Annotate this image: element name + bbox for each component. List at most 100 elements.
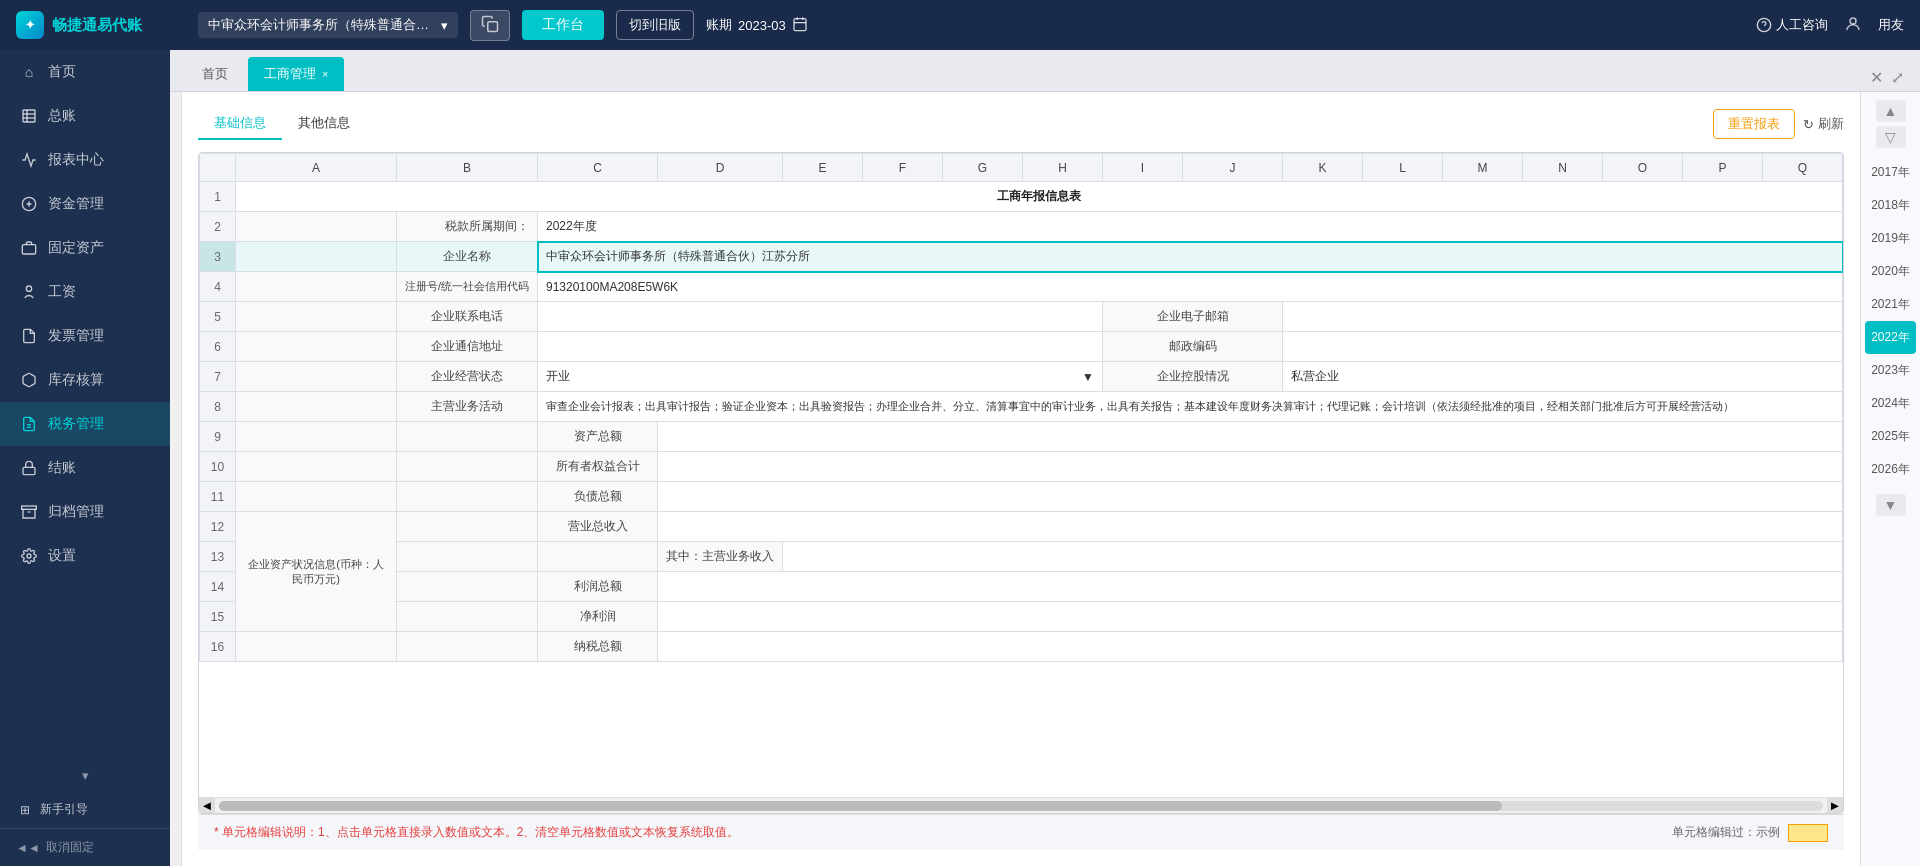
status-hint: * 单元格编辑说明：1、点击单元格直接录入数值或文本。2、清空单元格数值或文本恢… xyxy=(214,824,739,841)
workbench-button[interactable]: 工作台 xyxy=(522,10,604,40)
col-E[interactable]: E xyxy=(783,154,863,182)
year-2019[interactable]: 2019年 xyxy=(1861,222,1920,255)
table-row: 9 资产总额 xyxy=(200,422,1843,452)
col-C[interactable]: C xyxy=(538,154,658,182)
svg-rect-19 xyxy=(23,467,35,474)
sidebar-item-settings[interactable]: 设置 xyxy=(0,534,170,578)
home-icon: ⌂ xyxy=(20,63,38,81)
sidebar-item-label: 资金管理 xyxy=(48,195,104,213)
refresh-button[interactable]: ↻ 刷新 xyxy=(1803,115,1844,133)
year-2021[interactable]: 2021年 xyxy=(1861,288,1920,321)
sidebar-item-invoices[interactable]: 发票管理 xyxy=(0,314,170,358)
col-Q[interactable]: Q xyxy=(1763,154,1843,182)
sub-tab-basic[interactable]: 基础信息 xyxy=(198,108,282,140)
sidebar-item-ledger[interactable]: 总账 xyxy=(0,94,170,138)
year-2025[interactable]: 2025年 xyxy=(1861,420,1920,453)
col-K[interactable]: K xyxy=(1283,154,1363,182)
sidebar: ⌂ 首页 总账 报表中心 资金管理 xyxy=(0,50,170,866)
user-avatar xyxy=(1844,15,1862,36)
col-D[interactable]: D xyxy=(658,154,783,182)
reports-icon xyxy=(20,151,38,169)
col-N[interactable]: N xyxy=(1523,154,1603,182)
business-status-dropdown[interactable]: 开业▼ xyxy=(546,368,1094,385)
svg-rect-15 xyxy=(22,245,35,254)
copy-button[interactable] xyxy=(470,10,510,41)
user-name: 用友 xyxy=(1878,16,1904,34)
sub-tabs: 基础信息 其他信息 xyxy=(198,108,366,140)
svg-rect-20 xyxy=(22,506,37,509)
sidebar-item-home[interactable]: ⌂ 首页 xyxy=(0,50,170,94)
col-O[interactable]: O xyxy=(1603,154,1683,182)
table-row: 5 企业联系电话 企业电子邮箱 xyxy=(200,302,1843,332)
calendar-icon[interactable] xyxy=(792,16,808,35)
year-expand-arrow[interactable]: ▽ xyxy=(1876,126,1906,148)
sidebar-item-inventory[interactable]: 库存核算 xyxy=(0,358,170,402)
table-row: 15 净利润 xyxy=(200,602,1843,632)
sidebar-item-reports[interactable]: 报表中心 xyxy=(0,138,170,182)
spreadsheet-scroll[interactable]: A B C D E F G H I J xyxy=(199,153,1843,797)
sidebar-item-tax[interactable]: 税务管理 xyxy=(0,402,170,446)
window-close-button[interactable]: ✕ xyxy=(1870,68,1883,87)
tax-icon xyxy=(20,415,38,433)
col-B[interactable]: B xyxy=(396,154,537,182)
old-version-button[interactable]: 切到旧版 xyxy=(616,10,694,40)
year-2022[interactable]: 2022年 xyxy=(1865,321,1916,354)
table-row: 12 企业资产状况信息(币种：人民币万元) 营业总收入 xyxy=(200,512,1843,542)
col-G[interactable]: G xyxy=(943,154,1023,182)
col-F[interactable]: F xyxy=(863,154,943,182)
year-2023[interactable]: 2023年 xyxy=(1861,354,1920,387)
col-L[interactable]: L xyxy=(1363,154,1443,182)
svg-point-7 xyxy=(1850,18,1856,24)
sidebar-item-close[interactable]: 结账 xyxy=(0,446,170,490)
sidebar-item-archive[interactable]: 归档管理 xyxy=(0,490,170,534)
sidebar-item-wages[interactable]: 工资 xyxy=(0,270,170,314)
svg-rect-1 xyxy=(794,18,806,30)
close-accounts-icon xyxy=(20,459,38,477)
year-down-arrow[interactable]: ▼ xyxy=(1876,494,1906,516)
sub-tab-other[interactable]: 其他信息 xyxy=(282,108,366,140)
tab-industry[interactable]: 工商管理 × xyxy=(248,57,344,91)
year-up-arrow[interactable]: ▲ xyxy=(1876,100,1906,122)
horizontal-scrollbar[interactable]: ◄ ► xyxy=(199,797,1843,813)
sidebar-scroll-down[interactable]: ▾ xyxy=(0,760,170,791)
scroll-left-btn[interactable]: ◄ xyxy=(199,798,215,814)
topbar-right: 人工咨询 用友 xyxy=(1756,15,1904,36)
sidebar-item-assets[interactable]: 固定资产 xyxy=(0,226,170,270)
table-row: 11 负债总额 xyxy=(200,482,1843,512)
company-selector[interactable]: 中审众环会计师事务所（特殊普通合伙… ▾ xyxy=(198,12,458,38)
sidebar-item-label: 报表中心 xyxy=(48,151,104,169)
unpin-button[interactable]: ◄◄ 取消固定 xyxy=(0,828,170,866)
sidebar-item-funds[interactable]: 资金管理 xyxy=(0,182,170,226)
table-row: 7 企业经营状态 开业▼ 企业控股情况 私营企业 xyxy=(200,362,1843,392)
col-M[interactable]: M xyxy=(1443,154,1523,182)
col-H[interactable]: H xyxy=(1023,154,1103,182)
year-2020[interactable]: 2020年 xyxy=(1861,255,1920,288)
window-expand-button[interactable]: ⤢ xyxy=(1891,68,1904,87)
svg-point-16 xyxy=(26,286,31,291)
table-row: 6 企业通信地址 邮政编码 xyxy=(200,332,1843,362)
sidebar-item-label: 固定资产 xyxy=(48,239,104,257)
service-button[interactable]: 人工咨询 xyxy=(1756,16,1828,34)
year-panel: ▲ ▽ 2017年 2018年 2019年 2020年 2021年 2022年 … xyxy=(1860,92,1920,866)
title-cell[interactable]: 工商年报信息表 xyxy=(236,182,1843,212)
scroll-right-btn[interactable]: ► xyxy=(1827,798,1843,814)
tab-home[interactable]: 首页 xyxy=(186,57,244,91)
new-guide-item[interactable]: ⊞ 新手引导 xyxy=(0,791,170,828)
col-J[interactable]: J xyxy=(1183,154,1283,182)
year-2018[interactable]: 2018年 xyxy=(1861,189,1920,222)
scroll-track[interactable] xyxy=(219,801,1823,811)
tab-close-icon[interactable]: × xyxy=(322,68,328,80)
col-A[interactable]: A xyxy=(236,154,397,182)
year-2024[interactable]: 2024年 xyxy=(1861,387,1920,420)
table-row: 10 所有者权益合计 xyxy=(200,452,1843,482)
year-2017[interactable]: 2017年 xyxy=(1861,156,1920,189)
col-P[interactable]: P xyxy=(1683,154,1763,182)
ledger-icon xyxy=(20,107,38,125)
col-I[interactable]: I xyxy=(1103,154,1183,182)
status-bar: * 单元格编辑说明：1、点击单元格直接录入数值或文本。2、清空单元格数值或文本恢… xyxy=(198,814,1844,850)
reset-report-button[interactable]: 重置报表 xyxy=(1713,109,1795,139)
sidebar-item-label: 税务管理 xyxy=(48,415,104,433)
page-content: 基础信息 其他信息 重置报表 ↻ 刷新 xyxy=(170,92,1920,866)
scroll-thumb[interactable] xyxy=(219,801,1502,811)
year-2026[interactable]: 2026年 xyxy=(1861,453,1920,486)
